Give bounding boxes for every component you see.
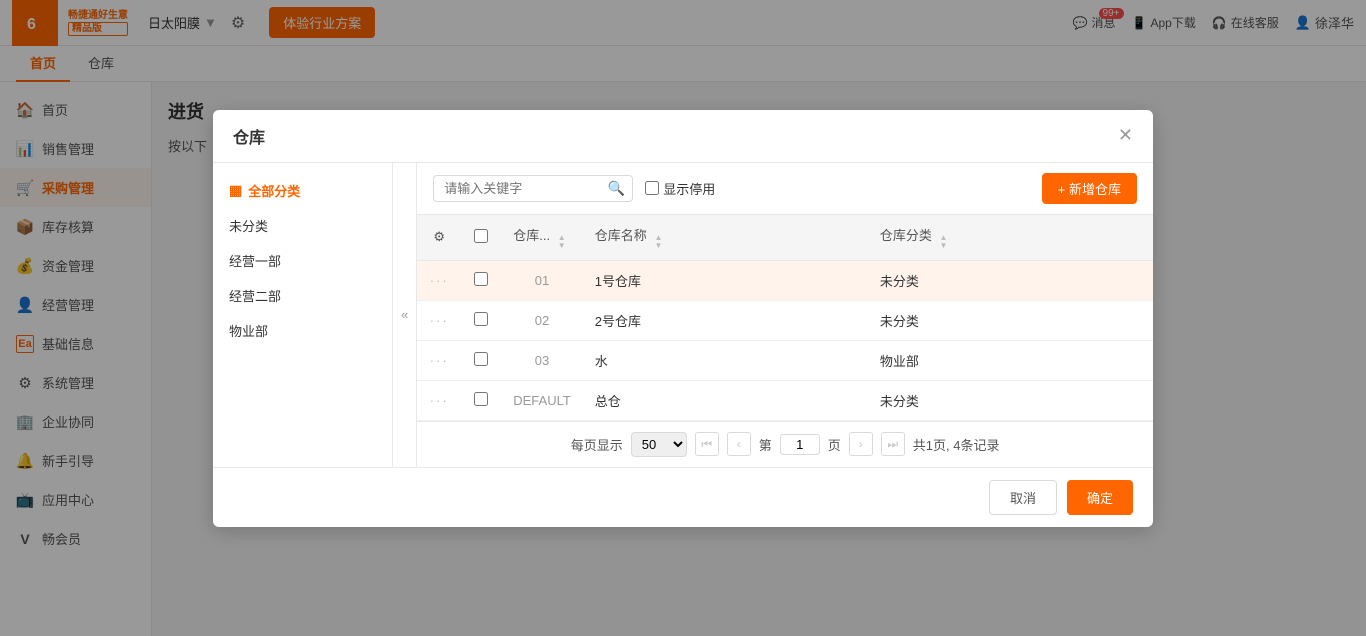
- row-checkbox[interactable]: [474, 272, 488, 286]
- table-row[interactable]: ··· DEFAULT 总仓 未分类: [417, 380, 1153, 420]
- category-all[interactable]: ▦ 全部分类: [213, 173, 392, 208]
- page-first-button[interactable]: ⏮: [695, 432, 719, 456]
- row-checkbox-cell: [461, 340, 501, 380]
- modal-title: 仓库: [233, 124, 265, 148]
- col-header-code: 仓库... ▲▼: [501, 215, 583, 261]
- row-actions[interactable]: ···: [417, 340, 461, 380]
- row-category: 物业部: [868, 340, 1153, 380]
- show-disabled-checkbox-label[interactable]: 显示停用: [645, 179, 715, 198]
- search-wrap: 🔍: [433, 175, 633, 202]
- col-header-check: [461, 215, 501, 261]
- search-icon[interactable]: 🔍: [608, 180, 625, 197]
- row-category: 未分类: [868, 300, 1153, 340]
- row-index: DEFAULT: [501, 380, 583, 420]
- table-row[interactable]: ··· 01 1号仓库 未分类: [417, 260, 1153, 300]
- category-unclassified[interactable]: 未分类: [213, 208, 392, 243]
- select-all-checkbox[interactable]: [474, 229, 488, 243]
- modal-body: ▦ 全部分类 未分类 经营一部 经营二部 物业部: [213, 163, 1153, 467]
- page-total-info: 共1页, 4条记录: [913, 435, 1000, 454]
- modal-category-sidebar: ▦ 全部分类 未分类 经营一部 经营二部 物业部: [213, 163, 393, 467]
- more-icon: ···: [430, 273, 449, 288]
- row-index: 01: [501, 260, 583, 300]
- col-header-name: 仓库名称 ▲▼: [583, 215, 868, 261]
- warehouse-table-wrap: ⚙ 仓库... ▲▼ 仓库名称 ▲▼: [417, 215, 1153, 421]
- cancel-button[interactable]: 取消: [989, 480, 1057, 515]
- col-header-settings: ⚙: [417, 215, 461, 261]
- row-index: 02: [501, 300, 583, 340]
- row-checkbox-cell: [461, 300, 501, 340]
- modal-left: ▦ 全部分类 未分类 经营一部 经营二部 物业部: [213, 163, 417, 467]
- modal-toolbar: 🔍 显示停用 + 新增仓库: [417, 163, 1153, 215]
- col-header-category: 仓库分类 ▲▼: [868, 215, 1153, 261]
- row-actions[interactable]: ···: [417, 260, 461, 300]
- row-name: 1号仓库: [583, 260, 868, 300]
- table-row[interactable]: ··· 02 2号仓库 未分类: [417, 300, 1153, 340]
- modal-footer: 取消 确定: [213, 467, 1153, 527]
- row-actions[interactable]: ···: [417, 300, 461, 340]
- confirm-button[interactable]: 确定: [1067, 480, 1133, 515]
- category-property-dept[interactable]: 物业部: [213, 313, 392, 348]
- add-warehouse-button[interactable]: + 新增仓库: [1042, 173, 1137, 204]
- row-category: 未分类: [868, 380, 1153, 420]
- more-icon: ···: [430, 353, 449, 368]
- modal-overlay: 仓库 ✕ ▦ 全部分类 未分类 经营一部: [0, 0, 1366, 636]
- warehouse-table: ⚙ 仓库... ▲▼ 仓库名称 ▲▼: [417, 215, 1153, 421]
- row-actions[interactable]: ···: [417, 380, 461, 420]
- page-next-button[interactable]: ›: [849, 432, 873, 456]
- show-disabled-checkbox[interactable]: [645, 181, 659, 195]
- row-name: 总仓: [583, 380, 868, 420]
- sort-icon-code: ▲▼: [558, 234, 566, 250]
- gear-icon: ⚙: [433, 229, 445, 244]
- collapse-icon: «: [401, 307, 408, 322]
- page-unit: 页: [828, 435, 841, 454]
- row-checkbox[interactable]: [474, 352, 488, 366]
- per-page-select[interactable]: 50 100 200: [631, 432, 687, 457]
- page-prev-button[interactable]: ‹: [727, 432, 751, 456]
- row-name: 水: [583, 340, 868, 380]
- row-checkbox[interactable]: [474, 312, 488, 326]
- sort-icon-name: ▲▼: [654, 234, 662, 250]
- table-row[interactable]: ··· 03 水 物业部: [417, 340, 1153, 380]
- search-input[interactable]: [433, 175, 633, 202]
- row-category: 未分类: [868, 260, 1153, 300]
- category-operation-dept2[interactable]: 经营二部: [213, 278, 392, 313]
- page-label: 第: [759, 435, 772, 454]
- sort-icon-category: ▲▼: [940, 234, 948, 250]
- modal-close-button[interactable]: ✕: [1118, 125, 1133, 146]
- more-icon: ···: [430, 313, 449, 328]
- more-icon: ···: [430, 393, 449, 408]
- row-checkbox-cell: [461, 380, 501, 420]
- grid-icon: ▦: [229, 182, 242, 199]
- row-name: 2号仓库: [583, 300, 868, 340]
- page-last-button[interactable]: ⏭: [881, 432, 905, 456]
- page-number-input[interactable]: [780, 434, 820, 455]
- row-index: 03: [501, 340, 583, 380]
- row-checkbox-cell: [461, 260, 501, 300]
- category-operation-dept1[interactable]: 经营一部: [213, 243, 392, 278]
- row-checkbox[interactable]: [474, 392, 488, 406]
- per-page-label: 每页显示: [571, 435, 623, 454]
- modal-main-content: 🔍 显示停用 + 新增仓库 ⚙: [417, 163, 1153, 467]
- collapse-sidebar-button[interactable]: «: [393, 163, 417, 467]
- pagination: 每页显示 50 100 200 ⏮ ‹ 第 页 › ⏭ 共1页, 4条记录: [417, 421, 1153, 467]
- warehouse-modal: 仓库 ✕ ▦ 全部分类 未分类 经营一部: [213, 110, 1153, 527]
- modal-header: 仓库 ✕: [213, 110, 1153, 163]
